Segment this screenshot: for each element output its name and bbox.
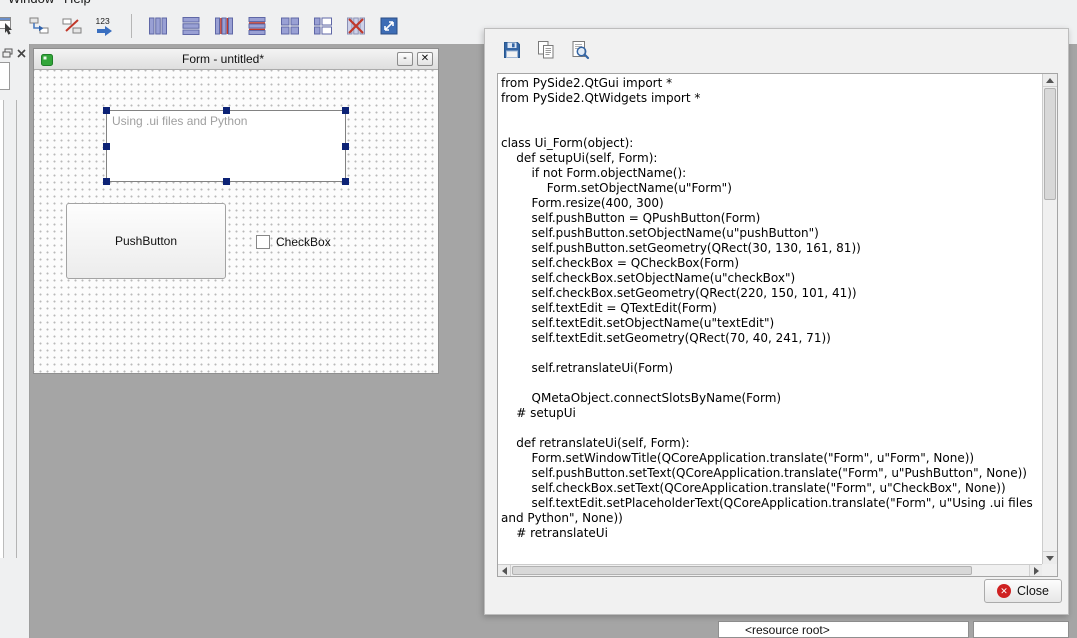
selection-handle[interactable] bbox=[223, 178, 230, 185]
layout-horizontal-splitter-icon[interactable] bbox=[211, 13, 237, 39]
scrollbar-corner bbox=[1042, 564, 1057, 576]
edit-signals-slots-icon[interactable] bbox=[26, 13, 52, 39]
selection-handle[interactable] bbox=[223, 107, 230, 114]
scroll-down-icon[interactable] bbox=[1043, 551, 1057, 564]
form-window-title: Form - untitled* bbox=[53, 52, 393, 66]
pushbutton-widget[interactable]: PushButton bbox=[66, 203, 226, 279]
resource-browser-list[interactable] bbox=[973, 621, 1069, 638]
scroll-right-icon[interactable] bbox=[1029, 565, 1042, 576]
find-icon[interactable] bbox=[567, 37, 593, 63]
checkbox-widget[interactable]: CheckBox bbox=[256, 234, 331, 249]
textedit-widget[interactable]: Using .ui files and Python bbox=[106, 110, 346, 182]
menu-window[interactable]: Window bbox=[8, 0, 54, 6]
textedit-placeholder: Using .ui files and Python bbox=[107, 111, 345, 131]
checkbox-box[interactable] bbox=[256, 235, 270, 249]
break-layout-icon[interactable] bbox=[343, 13, 369, 39]
horizontal-scrollbar-thumb[interactable] bbox=[512, 566, 972, 575]
svg-text:123: 123 bbox=[96, 16, 110, 26]
checkbox-label: CheckBox bbox=[276, 235, 331, 249]
vertical-scrollbar[interactable] bbox=[1042, 74, 1057, 564]
horizontal-scrollbar[interactable] bbox=[498, 564, 1042, 576]
widget-box-scrollbar[interactable] bbox=[16, 100, 17, 558]
widget-box-dock-sliver bbox=[0, 44, 30, 638]
code-preview-dialog: from PySide2.QtGui import * from PySide2… bbox=[484, 28, 1069, 615]
menubar: Window Help bbox=[0, 0, 1077, 7]
close-button[interactable]: ✕ bbox=[417, 52, 433, 66]
resource-root-item[interactable]: <resource root> bbox=[745, 623, 830, 637]
layout-grid-icon[interactable] bbox=[277, 13, 303, 39]
close-circle-icon: ✕ bbox=[997, 584, 1011, 598]
scroll-left-icon[interactable] bbox=[498, 565, 511, 576]
layout-vertical-splitter-icon[interactable] bbox=[244, 13, 270, 39]
save-icon[interactable] bbox=[499, 37, 525, 63]
scroll-up-icon[interactable] bbox=[1043, 74, 1057, 87]
widget-box-filter-input[interactable] bbox=[0, 62, 10, 90]
form-canvas[interactable]: Using .ui files and Python PushButton Ch… bbox=[34, 70, 438, 373]
designer-form-icon bbox=[41, 53, 53, 65]
widget-box-list[interactable] bbox=[0, 100, 4, 558]
resource-browser-tree[interactable]: <resource root> bbox=[718, 621, 969, 638]
close-button-label: Close bbox=[1017, 584, 1049, 598]
selection-handle[interactable] bbox=[342, 178, 349, 185]
edit-buddies-icon[interactable] bbox=[59, 13, 85, 39]
selection-handle[interactable] bbox=[342, 107, 349, 114]
adjust-size-icon[interactable] bbox=[376, 13, 402, 39]
code-preview-toolbar bbox=[499, 37, 593, 63]
generated-python-code[interactable]: from PySide2.QtGui import * from PySide2… bbox=[501, 76, 1039, 562]
form-editor-window: Form - untitled* - ✕ Using .ui files and… bbox=[33, 48, 439, 374]
layout-horizontal-icon[interactable] bbox=[145, 13, 171, 39]
qt-designer-app: { "menubar": { "items": [ { "label": "Wi… bbox=[0, 0, 1077, 638]
vertical-scrollbar-thumb[interactable] bbox=[1044, 88, 1056, 200]
dock-close-icon[interactable] bbox=[15, 47, 28, 60]
menu-help[interactable]: Help bbox=[64, 0, 91, 6]
edit-widgets-icon[interactable] bbox=[0, 13, 19, 39]
selection-handle[interactable] bbox=[342, 143, 349, 150]
selection-handle[interactable] bbox=[103, 178, 110, 185]
code-editor[interactable]: from PySide2.QtGui import * from PySide2… bbox=[497, 73, 1058, 577]
close-dialog-button[interactable]: ✕ Close bbox=[984, 579, 1062, 603]
edit-tab-order-icon[interactable]: 123 bbox=[92, 13, 118, 39]
toolbar-separator bbox=[131, 14, 132, 38]
dock-float-icon[interactable] bbox=[1, 47, 14, 60]
layout-vertical-icon[interactable] bbox=[178, 13, 204, 39]
minimize-button[interactable]: - bbox=[397, 52, 413, 66]
copy-icon[interactable] bbox=[533, 37, 559, 63]
form-window-titlebar[interactable]: Form - untitled* - ✕ bbox=[34, 49, 438, 70]
selection-handle[interactable] bbox=[103, 107, 110, 114]
selection-handle[interactable] bbox=[103, 143, 110, 150]
layout-form-icon[interactable] bbox=[310, 13, 336, 39]
